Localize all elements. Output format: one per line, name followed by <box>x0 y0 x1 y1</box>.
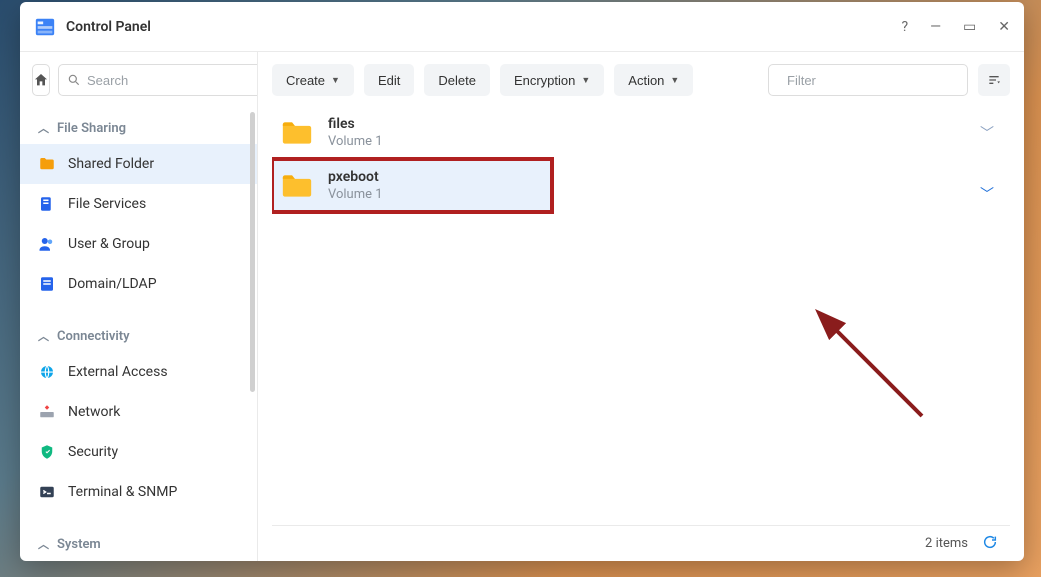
filter-input[interactable] <box>787 73 963 88</box>
create-button[interactable]: Create▼ <box>272 64 354 96</box>
sort-button[interactable] <box>978 64 1010 96</box>
user-group-icon <box>38 235 56 253</box>
statusbar: 2 items <box>272 525 1010 561</box>
caret-down-icon: ▼ <box>670 75 679 85</box>
sidebar-item-domain-ldap[interactable]: Domain/LDAP <box>20 264 257 304</box>
caret-down-icon: ▼ <box>331 75 340 85</box>
delete-button[interactable]: Delete <box>424 64 490 96</box>
folder-volume: Volume 1 <box>328 187 544 202</box>
caret-down-icon: ▼ <box>581 75 590 85</box>
home-icon <box>33 72 49 88</box>
home-button[interactable] <box>32 64 50 96</box>
annotation-arrow <box>812 306 952 446</box>
chevron-down-icon[interactable]: ﹀ <box>980 184 1002 204</box>
refresh-button[interactable] <box>982 534 998 554</box>
shared-folder-icon <box>38 155 56 173</box>
domain-ldap-icon <box>38 275 56 293</box>
folder-row-pxeboot[interactable]: pxeboot Volume 1 <box>272 159 552 212</box>
folder-row-files[interactable]: files Volume 1 ﹀ <box>272 106 1010 159</box>
titlebar: Control Panel ? — ▭ ✕ <box>20 2 1024 52</box>
search-input-wrapper[interactable] <box>58 64 258 96</box>
folder-name: files <box>328 116 966 132</box>
sidebar-item-network[interactable]: Network <box>20 392 257 432</box>
sidebar-item-external-access[interactable]: External Access <box>20 352 257 392</box>
search-input[interactable] <box>87 73 258 88</box>
app-icon <box>34 16 56 38</box>
help-button[interactable]: ? <box>901 19 908 35</box>
item-count: 2 items <box>925 536 968 551</box>
refresh-icon <box>982 534 998 550</box>
security-icon <box>38 443 56 461</box>
sidebar-item-user-group[interactable]: User & Group <box>20 224 257 264</box>
folder-icon <box>280 119 314 147</box>
encryption-button[interactable]: Encryption▼ <box>500 64 604 96</box>
maximize-button[interactable]: ▭ <box>963 19 976 35</box>
window-title: Control Panel <box>66 19 901 35</box>
nav-section-system[interactable]: ︿ System <box>20 528 257 560</box>
folder-volume: Volume 1 <box>328 134 966 149</box>
sidebar-item-file-services[interactable]: File Services <box>20 184 257 224</box>
minimize-button[interactable]: — <box>930 19 941 35</box>
nav-section-connectivity[interactable]: ︿ Connectivity <box>20 320 257 352</box>
window: Control Panel ? — ▭ ✕ ︿ Fil <box>20 2 1024 561</box>
main: Create▼ Edit Delete Encryption▼ Action▼ <box>258 52 1024 561</box>
external-access-icon <box>38 363 56 381</box>
folder-icon <box>280 172 314 200</box>
close-button[interactable]: ✕ <box>998 19 1010 35</box>
chevron-down-icon[interactable]: ﹀ <box>980 123 1002 143</box>
chevron-up-icon: ︿ <box>38 120 49 136</box>
sidebar-scrollbar[interactable] <box>250 112 255 392</box>
sidebar-item-terminal-snmp[interactable]: Terminal & SNMP <box>20 472 257 512</box>
network-icon <box>38 403 56 421</box>
file-services-icon <box>38 195 56 213</box>
sidebar-item-security[interactable]: Security <box>20 432 257 472</box>
chevron-up-icon: ︿ <box>38 536 49 552</box>
toolbar: Create▼ Edit Delete Encryption▼ Action▼ <box>272 64 1010 96</box>
search-icon <box>67 73 81 87</box>
folder-name: pxeboot <box>328 169 544 185</box>
filter-input-wrapper[interactable] <box>768 64 968 96</box>
sidebar-item-shared-folder[interactable]: Shared Folder <box>20 144 257 184</box>
chevron-up-icon: ︿ <box>38 328 49 344</box>
action-button[interactable]: Action▼ <box>614 64 693 96</box>
sidebar: ︿ File Sharing Shared Folder File Servic… <box>20 52 258 561</box>
nav-section-file-sharing[interactable]: ︿ File Sharing <box>20 112 257 144</box>
terminal-snmp-icon <box>38 483 56 501</box>
sort-icon <box>986 72 1002 88</box>
edit-button[interactable]: Edit <box>364 64 414 96</box>
folder-list: files Volume 1 ﹀ pxeboot Volume 1 ﹀ <box>272 106 1010 525</box>
